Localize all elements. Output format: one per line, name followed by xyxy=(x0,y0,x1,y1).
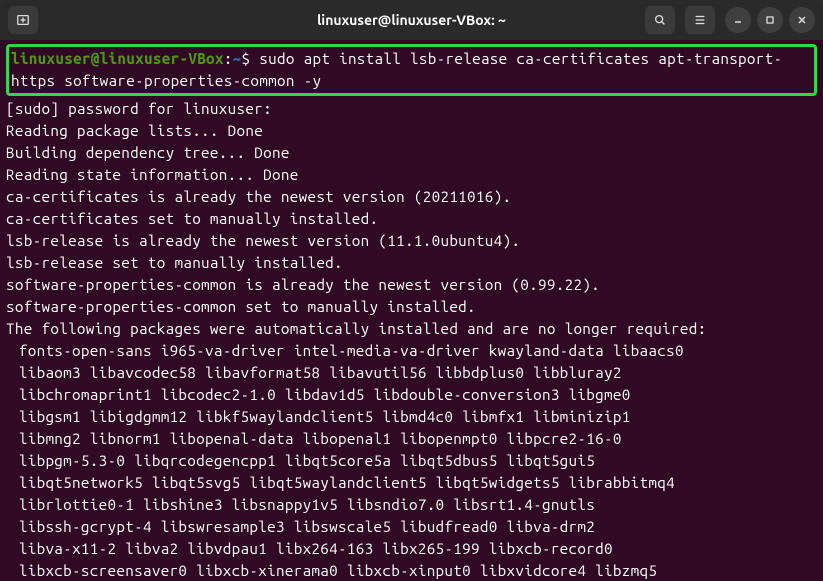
output-line: lsb-release is already the newest versio… xyxy=(6,230,817,252)
close-icon xyxy=(797,15,807,25)
package-line: fonts-open-sans i965-va-driver intel-med… xyxy=(6,340,817,362)
package-line: libxcb-screensaver0 libxcb-xinerama0 lib… xyxy=(6,560,817,581)
output-line: [sudo] password for linuxuser: xyxy=(6,98,817,120)
output-line: lsb-release set to manually installed. xyxy=(6,252,817,274)
output-line: ca-certificates set to manually installe… xyxy=(6,208,817,230)
package-line: librlottie0-1 libshine3 libsnappy1v5 lib… xyxy=(6,494,817,516)
package-line: libssh-gcrypt-4 libswresample3 libswscal… xyxy=(6,516,817,538)
titlebar-left xyxy=(8,6,42,34)
prompt-user-host: linuxuser@linuxuser-VBox xyxy=(11,50,224,67)
output-line: Reading package lists... Done xyxy=(6,120,817,142)
prompt-symbol: $ xyxy=(242,50,260,67)
output-line: Building dependency tree... Done xyxy=(6,142,817,164)
package-line: libqt5network5 libqt5svg5 libqt5waylandc… xyxy=(6,472,817,494)
minimize-button[interactable] xyxy=(725,7,751,33)
close-button[interactable] xyxy=(789,7,815,33)
menu-button[interactable] xyxy=(685,6,715,34)
package-line: libva-x11-2 libva2 libvdpau1 libx264-163… xyxy=(6,538,817,560)
prompt-separator: : xyxy=(224,50,233,67)
search-icon xyxy=(653,13,667,27)
output-line: The following packages were automaticall… xyxy=(6,318,817,340)
package-line: libchromaprint1 libcodec2-1.0 libdav1d5 … xyxy=(6,384,817,406)
output-lines: [sudo] password for linuxuser:Reading pa… xyxy=(6,98,817,340)
output-line: ca-certificates is already the newest ve… xyxy=(6,186,817,208)
search-button[interactable] xyxy=(645,6,675,34)
new-tab-button[interactable] xyxy=(8,6,38,34)
output-line: software-properties-common is already th… xyxy=(6,274,817,296)
minimize-icon xyxy=(733,15,743,25)
package-line: libgsm1 libigdgmm12 libkf5waylandclient5… xyxy=(6,406,817,428)
maximize-icon xyxy=(765,15,775,25)
prompt-path: ~ xyxy=(233,50,242,67)
titlebar: linuxuser@linuxuser-VBox: ~ xyxy=(0,0,823,40)
package-lines: fonts-open-sans i965-va-driver intel-med… xyxy=(6,340,817,581)
package-line: libaom3 libavcodec58 libavformat58 libav… xyxy=(6,362,817,384)
output-line: Reading state information... Done xyxy=(6,164,817,186)
window-title: linuxuser@linuxuser-VBox: ~ xyxy=(317,12,506,28)
output-line: software-properties-common set to manual… xyxy=(6,296,817,318)
titlebar-right xyxy=(645,6,815,34)
command-highlight-box: linuxuser@linuxuser-VBox:~$ sudo apt ins… xyxy=(6,44,817,96)
package-line: libpgm-5.3-0 libqrcodegencpp1 libqt5core… xyxy=(6,450,817,472)
maximize-button[interactable] xyxy=(757,7,783,33)
terminal-body[interactable]: linuxuser@linuxuser-VBox:~$ sudo apt ins… xyxy=(0,40,823,581)
package-line: libmng2 libnorm1 libopenal-data libopena… xyxy=(6,428,817,450)
new-tab-icon xyxy=(16,13,30,27)
hamburger-icon xyxy=(693,13,707,27)
